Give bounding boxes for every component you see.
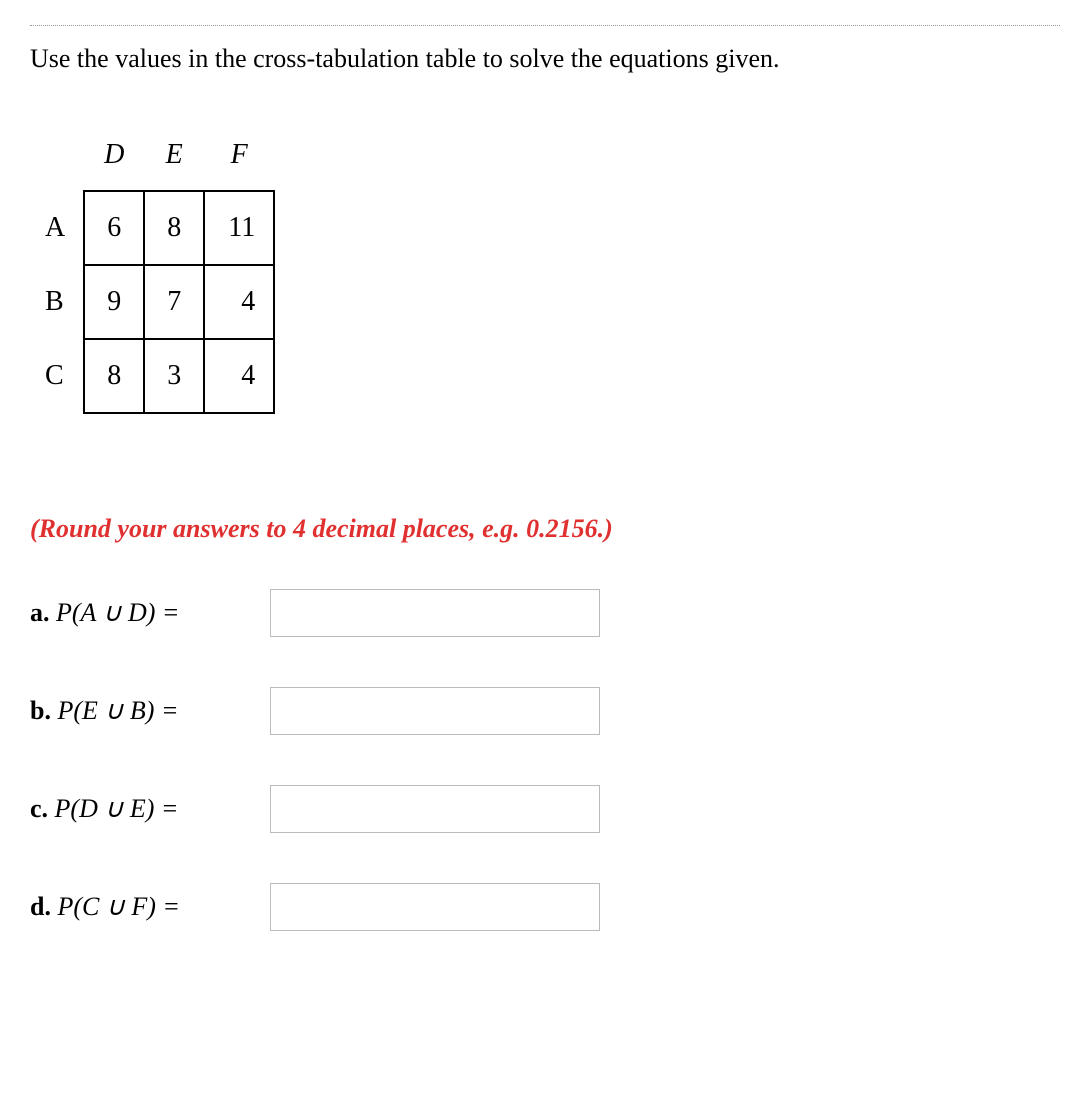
table-row: B 9 7 4: [45, 265, 274, 339]
question-c-formula: P(D ∪ E) =: [55, 794, 179, 823]
cell-b-e: 7: [144, 265, 204, 339]
cross-tab-table: D E F A 6 8 11 B 9 7 4 C 8 3 4: [45, 127, 1060, 414]
cell-b-d: 9: [84, 265, 144, 339]
question-d: d. P(C ∪ F) =: [30, 883, 1060, 931]
table-corner: [45, 127, 84, 183]
question-a-formula: P(A ∪ D) =: [56, 598, 179, 627]
question-text: Use the values in the cross-tabulation t…: [30, 41, 1060, 77]
col-header-e: E: [144, 127, 204, 183]
top-rule: [30, 25, 1060, 26]
cell-c-f: 4: [204, 339, 274, 413]
row-header-a: A: [45, 191, 84, 265]
table-row: A 6 8 11: [45, 191, 274, 265]
question-d-formula: P(C ∪ F) =: [57, 892, 180, 921]
cell-a-d: 6: [84, 191, 144, 265]
question-b-formula: P(E ∪ B) =: [57, 696, 178, 725]
question-b: b. P(E ∪ B) =: [30, 687, 1060, 735]
question-a-label: a. P(A ∪ D) =: [30, 598, 260, 628]
question-c-prefix: c.: [30, 794, 55, 823]
cell-a-e: 8: [144, 191, 204, 265]
answer-input-c[interactable]: [270, 785, 600, 833]
question-b-label: b. P(E ∪ B) =: [30, 696, 260, 726]
cell-c-e: 3: [144, 339, 204, 413]
question-d-label: d. P(C ∪ F) =: [30, 892, 260, 922]
answer-input-d[interactable]: [270, 883, 600, 931]
col-header-f: F: [204, 127, 274, 183]
question-a: a. P(A ∪ D) =: [30, 589, 1060, 637]
question-a-prefix: a.: [30, 598, 56, 627]
answer-input-a[interactable]: [270, 589, 600, 637]
question-c-label: c. P(D ∪ E) =: [30, 794, 260, 824]
question-b-prefix: b.: [30, 696, 57, 725]
table-row: C 8 3 4: [45, 339, 274, 413]
cell-c-d: 8: [84, 339, 144, 413]
question-c: c. P(D ∪ E) =: [30, 785, 1060, 833]
question-d-prefix: d.: [30, 892, 57, 921]
cell-a-f: 11: [204, 191, 274, 265]
row-header-b: B: [45, 265, 84, 339]
answer-input-b[interactable]: [270, 687, 600, 735]
row-header-c: C: [45, 339, 84, 413]
col-header-d: D: [84, 127, 144, 183]
cell-b-f: 4: [204, 265, 274, 339]
rounding-hint: (Round your answers to 4 decimal places,…: [30, 514, 1060, 544]
